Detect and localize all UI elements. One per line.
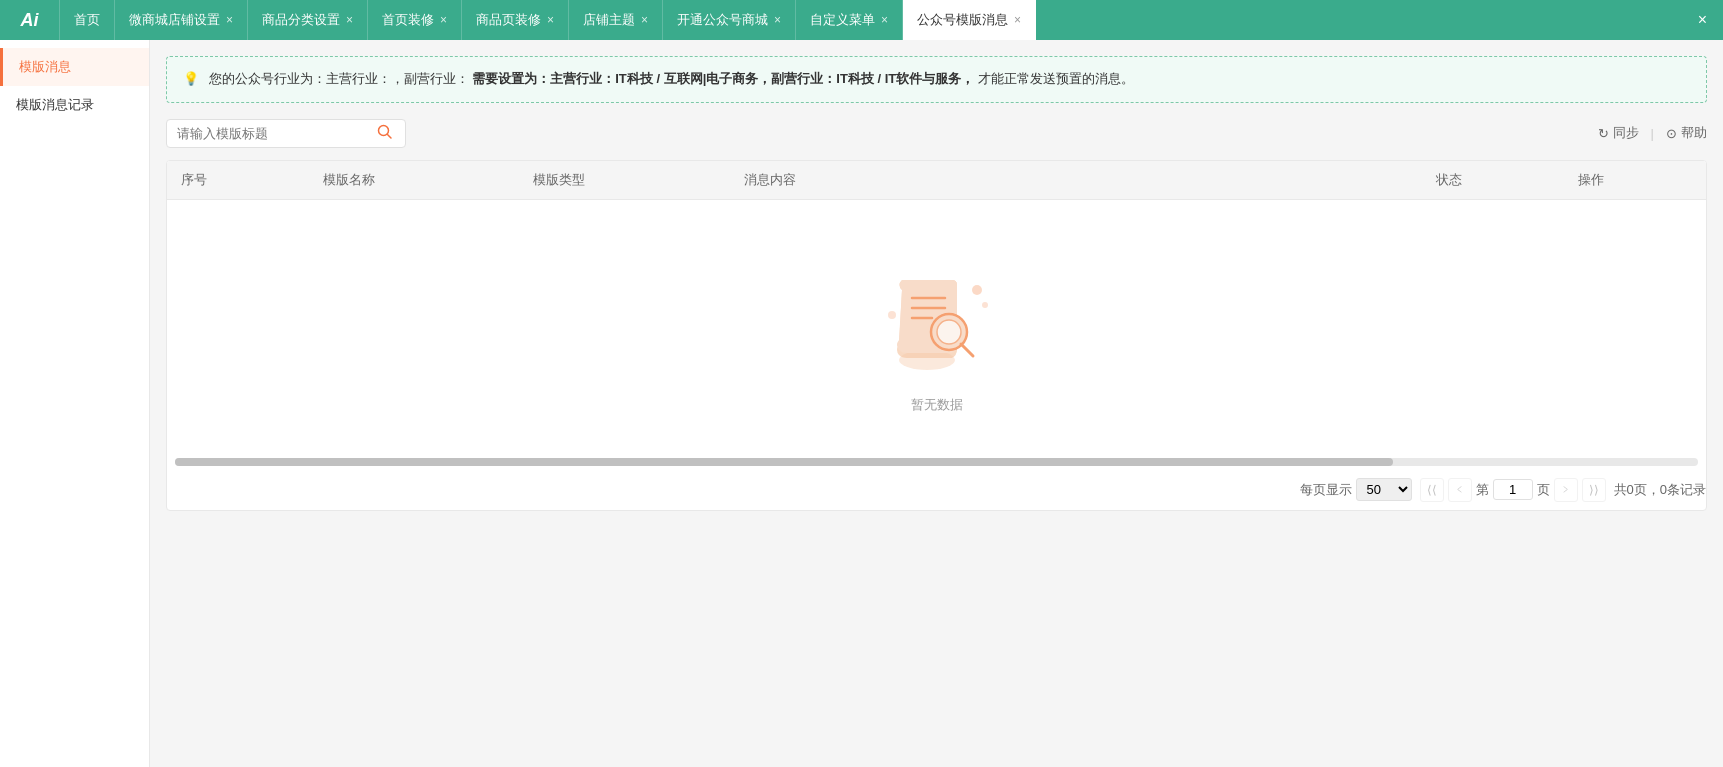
col-name: 模版名称: [309, 161, 519, 200]
tab-open-wechat-shop-label: 开通公众号商城: [677, 11, 768, 29]
col-content: 消息内容: [730, 161, 1423, 200]
per-page-select: 每页显示 50 10 20 100: [1300, 478, 1412, 501]
empty-text: 暂无数据: [167, 396, 1706, 414]
tab-home[interactable]: 首页: [60, 0, 115, 40]
tab-shop-theme[interactable]: 店铺主题 ×: [569, 0, 663, 40]
svg-point-11: [888, 311, 896, 319]
tab-home-decor[interactable]: 首页装修 ×: [368, 0, 462, 40]
tab-product-page-decor-label: 商品页装修: [476, 11, 541, 29]
tab-shop-settings[interactable]: 微商城店铺设置 ×: [115, 0, 248, 40]
next-page-button[interactable]: ﹥: [1554, 478, 1578, 502]
page-nav: ⟨⟨ ﹤ 第 页 ﹥ ⟩⟩: [1420, 478, 1606, 502]
tab-shop-theme-label: 店铺主题: [583, 11, 635, 29]
sync-button[interactable]: ↻ 同步: [1598, 124, 1639, 142]
global-close-button[interactable]: ×: [1682, 0, 1723, 40]
tab-custom-menu-label: 自定义菜单: [810, 11, 875, 29]
toolbar: ↻ 同步 | ⊙ 帮助: [166, 119, 1707, 148]
prev-page-button[interactable]: ﹤: [1448, 478, 1472, 502]
pagination-summary: 共0页，0条记录: [1614, 481, 1706, 499]
tab-home-decor-label: 首页装修: [382, 11, 434, 29]
page-input[interactable]: [1493, 479, 1533, 500]
first-page-button[interactable]: ⟨⟨: [1420, 478, 1444, 502]
empty-illustration: [877, 260, 997, 380]
svg-point-10: [982, 302, 988, 308]
pagination: 每页显示 50 10 20 100 ⟨⟨ ﹤ 第 页 ﹥ ⟩⟩: [167, 470, 1706, 510]
tab-bar: Ai 首页 微商城店铺设置 × 商品分类设置 × 首页装修 × 商品页装修 × …: [0, 0, 1723, 40]
app-logo: Ai: [0, 0, 60, 40]
search-input[interactable]: [177, 126, 377, 141]
tab-product-category-label: 商品分类设置: [262, 11, 340, 29]
search-icon[interactable]: [377, 124, 393, 143]
tab-product-category-close[interactable]: ×: [346, 14, 353, 26]
notice-text-before: 您的公众号行业为：主营行业：，副营行业：: [209, 71, 469, 86]
scrollbar-thumb: [175, 458, 1393, 466]
col-type: 模版类型: [519, 161, 729, 200]
per-page-dropdown[interactable]: 50 10 20 100: [1356, 478, 1412, 501]
svg-line-1: [388, 134, 392, 138]
sync-label: 同步: [1613, 124, 1639, 142]
sidebar-item-template-msg-record[interactable]: 模版消息记录: [0, 86, 149, 124]
help-button[interactable]: ⊙ 帮助: [1666, 124, 1707, 142]
sync-icon: ↻: [1598, 126, 1609, 141]
help-icon: ⊙: [1666, 126, 1677, 141]
notice-box: 💡 您的公众号行业为：主营行业：，副营行业： 需要设置为：主营行业：IT科技 /…: [166, 56, 1707, 103]
notice-icon: 💡: [183, 71, 199, 86]
col-index: 序号: [167, 161, 309, 200]
tab-home-label: 首页: [74, 11, 100, 29]
col-status: 状态: [1422, 161, 1564, 200]
tab-product-category[interactable]: 商品分类设置 ×: [248, 0, 368, 40]
svg-point-7: [937, 320, 961, 344]
tab-product-page-decor[interactable]: 商品页装修 ×: [462, 0, 569, 40]
notice-highlight: 需要设置为：主营行业：IT科技 / 互联网|电子商务，副营行业：IT科技 / I…: [472, 71, 974, 86]
empty-state: 暂无数据: [167, 200, 1706, 454]
tab-product-page-decor-close[interactable]: ×: [547, 14, 554, 26]
tab-wechat-template-msg-label: 公众号模版消息: [917, 11, 1008, 29]
data-table: 序号 模版名称 模版类型 消息内容 状态 操作: [167, 161, 1706, 454]
tab-home-decor-close[interactable]: ×: [440, 14, 447, 26]
page-suffix: 页: [1537, 481, 1550, 499]
tab-wechat-template-msg-close[interactable]: ×: [1014, 14, 1021, 26]
svg-line-8: [961, 344, 973, 356]
tab-open-wechat-shop[interactable]: 开通公众号商城 ×: [663, 0, 796, 40]
tab-custom-menu[interactable]: 自定义菜单 ×: [796, 0, 903, 40]
tab-custom-menu-close[interactable]: ×: [881, 14, 888, 26]
notice-text-after: 才能正常发送预置的消息。: [978, 71, 1134, 86]
page-label: 第: [1476, 481, 1489, 499]
table-container: 序号 模版名称 模版类型 消息内容 状态 操作: [166, 160, 1707, 511]
sidebar-item-template-msg[interactable]: 模版消息: [0, 48, 149, 86]
sidebar: 模版消息 模版消息记录: [0, 40, 150, 767]
horizontal-scrollbar[interactable]: [175, 458, 1698, 466]
sidebar-item-template-msg-record-label: 模版消息记录: [16, 97, 94, 112]
col-action: 操作: [1564, 161, 1706, 200]
tab-shop-settings-label: 微商城店铺设置: [129, 11, 220, 29]
tab-shop-settings-close[interactable]: ×: [226, 14, 233, 26]
table-header: 序号 模版名称 模版类型 消息内容 状态 操作: [167, 161, 1706, 200]
tab-wechat-template-msg[interactable]: 公众号模版消息 ×: [903, 0, 1036, 40]
help-label: 帮助: [1681, 124, 1707, 142]
content-area: 💡 您的公众号行业为：主营行业：，副营行业： 需要设置为：主营行业：IT科技 /…: [150, 40, 1723, 767]
last-page-button[interactable]: ⟩⟩: [1582, 478, 1606, 502]
tab-shop-theme-close[interactable]: ×: [641, 14, 648, 26]
per-page-label: 每页显示: [1300, 481, 1352, 499]
main-layout: 模版消息 模版消息记录 💡 您的公众号行业为：主营行业：，副营行业： 需要设置为…: [0, 40, 1723, 767]
search-box: [166, 119, 406, 148]
tab-open-wechat-shop-close[interactable]: ×: [774, 14, 781, 26]
sidebar-item-template-msg-label: 模版消息: [19, 59, 71, 74]
toolbar-right: ↻ 同步 | ⊙ 帮助: [1598, 124, 1707, 142]
table-body: 暂无数据: [167, 199, 1706, 454]
svg-point-9: [972, 285, 982, 295]
toolbar-divider: |: [1651, 126, 1654, 141]
